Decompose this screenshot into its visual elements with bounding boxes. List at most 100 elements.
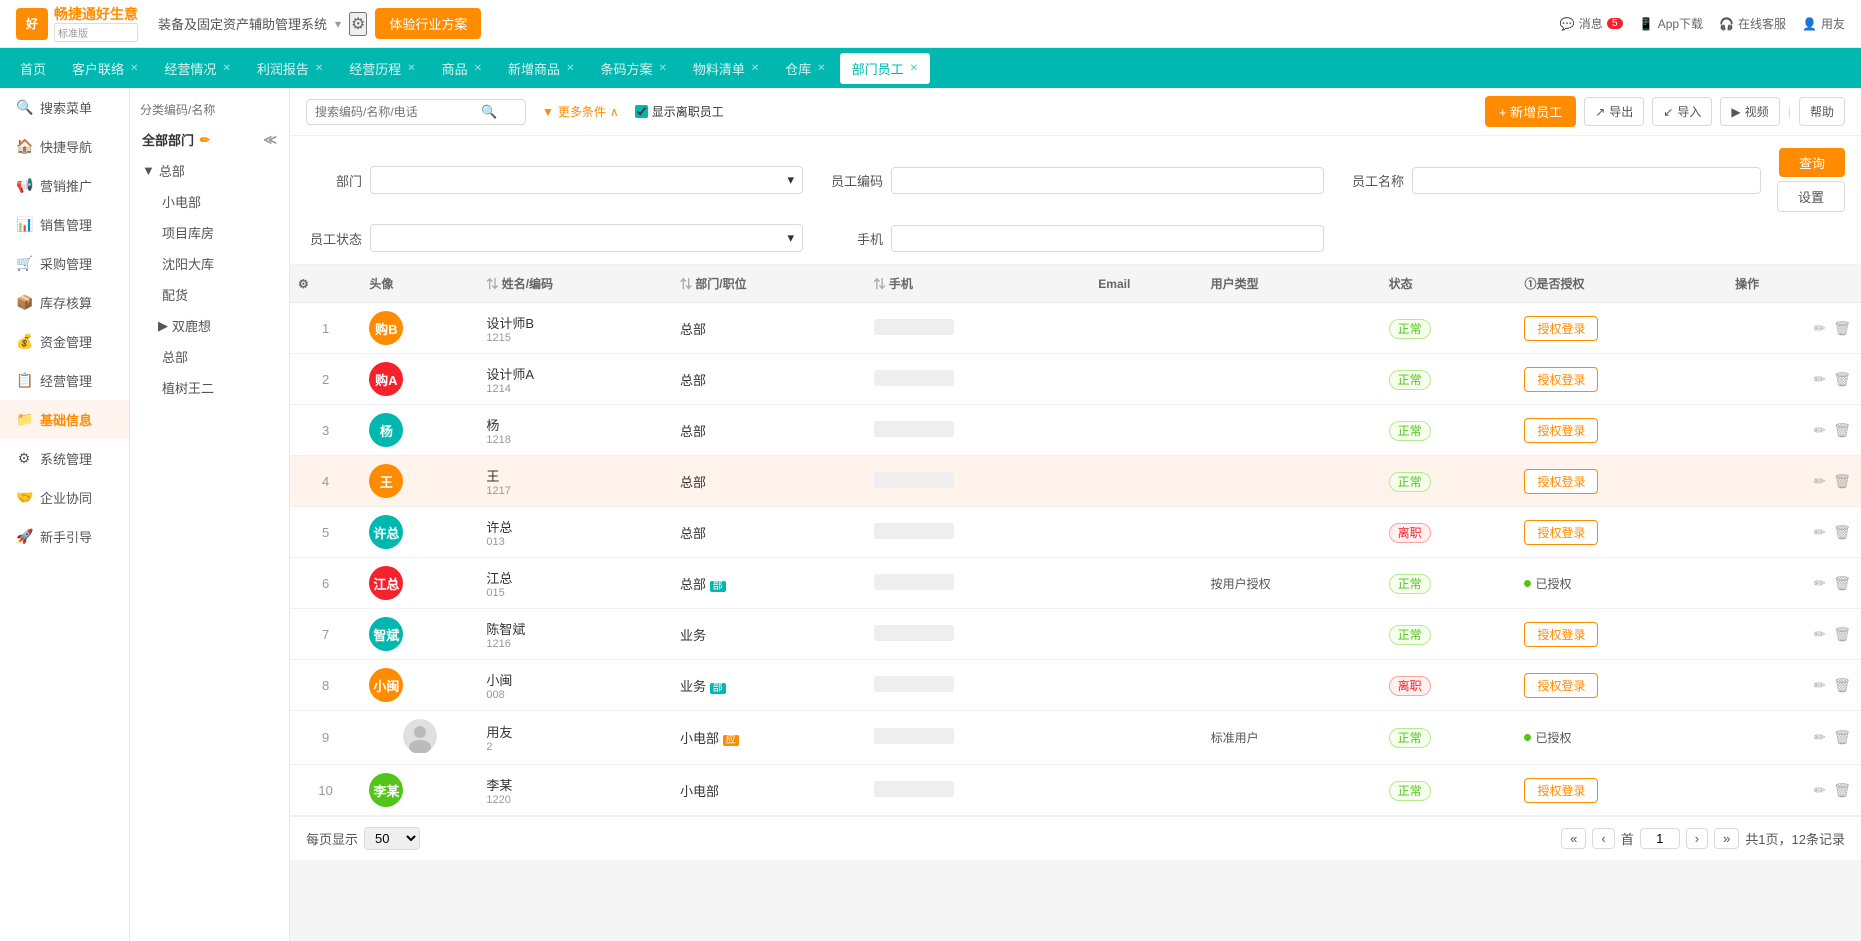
emp-code-input[interactable]: [891, 167, 1324, 194]
sidebar-item-nav[interactable]: 🏠 快捷导航: [0, 127, 129, 166]
tab-close-icon[interactable]: ✕: [817, 63, 825, 74]
user-menu[interactable]: 👤 用友: [1802, 15, 1845, 32]
col-header-2[interactable]: ⇅ 姓名/编码: [478, 265, 672, 303]
delete-icon[interactable]: 🗑: [1833, 782, 1851, 798]
sidebar-item-finance[interactable]: 💰 资金管理: [0, 322, 129, 361]
nav-tab-首页[interactable]: 首页: [8, 53, 58, 84]
col-header-3[interactable]: ⇅ 部门/职位: [672, 265, 866, 303]
nav-tab-仓库[interactable]: 仓库✕: [773, 53, 837, 84]
edit-icon[interactable]: ✏: [1814, 729, 1826, 745]
dept-item-xiaodian[interactable]: 小电部: [130, 186, 289, 217]
auth-button[interactable]: 授权登录: [1524, 316, 1598, 341]
dept-item-shenyang[interactable]: 沈阳大库: [130, 248, 289, 279]
edit-icon[interactable]: ✏: [1814, 575, 1826, 591]
trial-button[interactable]: 体验行业方案: [375, 8, 481, 39]
settings-button[interactable]: ⚙: [349, 12, 367, 36]
tab-close-icon[interactable]: ✕: [407, 63, 415, 74]
app-download-button[interactable]: 📱 App下载: [1639, 15, 1703, 32]
auth-button[interactable]: 授权登录: [1524, 418, 1598, 443]
delete-icon[interactable]: 🗑: [1833, 473, 1851, 489]
delete-icon[interactable]: 🗑: [1833, 677, 1851, 693]
edit-icon[interactable]: ✏: [1814, 320, 1826, 336]
delete-icon[interactable]: 🗑: [1833, 729, 1851, 745]
first-page-button[interactable]: «: [1561, 828, 1586, 849]
phone-input[interactable]: [891, 225, 1324, 252]
sidebar-item-system[interactable]: ⚙ 系统管理: [0, 439, 129, 478]
dept-item-distribution[interactable]: 配货: [130, 279, 289, 310]
sidebar-item-sales[interactable]: 📊 销售管理: [0, 205, 129, 244]
dept-search-input[interactable]: [140, 103, 290, 117]
sidebar-item-purchase[interactable]: 🛒 采购管理: [0, 244, 129, 283]
nav-tab-客户联络[interactable]: 客户联络✕: [60, 53, 150, 84]
online-service-button[interactable]: 🎧 在线客服: [1719, 15, 1786, 32]
emp-search-input[interactable]: [315, 105, 475, 119]
prev-page-button[interactable]: ‹: [1592, 828, 1614, 849]
auth-button[interactable]: 授权登录: [1524, 622, 1598, 647]
edit-icon[interactable]: ✏: [1814, 677, 1826, 693]
more-conditions-btn[interactable]: ▼ 更多条件 ∧: [534, 99, 627, 124]
tab-close-icon[interactable]: ✕: [658, 63, 666, 74]
sidebar-item-inventory[interactable]: 📦 库存核算: [0, 283, 129, 322]
dept-item-zhishu[interactable]: 植树王二: [130, 372, 289, 403]
dept-item-shuanglu[interactable]: ▶ 双鹿想: [130, 310, 289, 341]
edit-icon[interactable]: ✏: [1814, 782, 1826, 798]
set-button[interactable]: 设置: [1777, 181, 1845, 212]
current-page-input[interactable]: [1640, 828, 1680, 849]
tab-close-icon[interactable]: ✕: [222, 63, 230, 74]
dept-item-hq[interactable]: ▼ 总部: [130, 155, 289, 186]
per-page-select[interactable]: 50 100: [364, 827, 420, 850]
dropdown-icon[interactable]: ▾: [335, 17, 341, 31]
nav-tab-部门员工[interactable]: 部门员工✕: [840, 53, 930, 84]
delete-icon[interactable]: 🗑: [1833, 371, 1851, 387]
nav-tab-新增商品[interactable]: 新增商品✕: [496, 53, 586, 84]
auth-button[interactable]: 授权登录: [1524, 469, 1598, 494]
sidebar-item-collab[interactable]: 🤝 企业协同: [0, 478, 129, 517]
tab-close-icon[interactable]: ✕: [910, 63, 918, 74]
view-button[interactable]: ▶ 视频: [1720, 97, 1779, 126]
sidebar-item-business[interactable]: 📋 经营管理: [0, 361, 129, 400]
edit-icon[interactable]: ✏: [1814, 626, 1826, 642]
help-button[interactable]: 帮助: [1799, 97, 1845, 126]
dept-edit-icon[interactable]: ✏: [200, 133, 210, 147]
sidebar-item-search[interactable]: 🔍 搜索菜单: [0, 88, 129, 127]
edit-icon[interactable]: ✏: [1814, 371, 1826, 387]
sidebar-item-basic[interactable]: 📁 基础信息: [0, 400, 129, 439]
last-page-button[interactable]: »: [1714, 828, 1739, 849]
auth-button[interactable]: 授权登录: [1524, 778, 1598, 803]
nav-tab-利润报告[interactable]: 利润报告✕: [245, 53, 335, 84]
message-button[interactable]: 💬 消息 5: [1560, 15, 1623, 32]
add-employee-button[interactable]: + 新增员工: [1485, 96, 1576, 127]
next-page-button[interactable]: ›: [1686, 828, 1708, 849]
nav-tab-经营历程[interactable]: 经营历程✕: [337, 53, 427, 84]
sidebar-item-guide[interactable]: 🚀 新手引导: [0, 517, 129, 556]
nav-tab-物料清单[interactable]: 物料清单✕: [681, 53, 771, 84]
edit-icon[interactable]: ✏: [1814, 473, 1826, 489]
tab-close-icon[interactable]: ✕: [130, 63, 138, 74]
settings-col-icon[interactable]: ⚙: [298, 277, 309, 291]
nav-tab-条码方案[interactable]: 条码方案✕: [588, 53, 678, 84]
delete-icon[interactable]: 🗑: [1833, 320, 1851, 336]
auth-button[interactable]: 授权登录: [1524, 520, 1598, 545]
query-button[interactable]: 查询: [1779, 148, 1845, 177]
dept-collapse-btn[interactable]: ≪: [263, 132, 277, 148]
nav-tab-经营情况[interactable]: 经营情况✕: [152, 53, 242, 84]
dept-filter-select[interactable]: ▾: [370, 166, 803, 194]
delete-icon[interactable]: 🗑: [1833, 422, 1851, 438]
export-button[interactable]: ↗ 导出: [1584, 97, 1644, 126]
sidebar-item-marketing[interactable]: 📢 营销推广: [0, 166, 129, 205]
delete-icon[interactable]: 🗑: [1833, 524, 1851, 540]
auth-button[interactable]: 授权登录: [1524, 367, 1598, 392]
import-button[interactable]: ↙ 导入: [1652, 97, 1712, 126]
nav-tab-商品[interactable]: 商品✕: [430, 53, 494, 84]
tab-close-icon[interactable]: ✕: [751, 63, 759, 74]
tab-close-icon[interactable]: ✕: [566, 63, 574, 74]
tab-close-icon[interactable]: ✕: [315, 63, 323, 74]
search-icon[interactable]: 🔍: [481, 104, 497, 120]
show-resigned-checkbox[interactable]: 显示离职员工: [635, 103, 724, 120]
dept-item-hq2[interactable]: 总部: [130, 341, 289, 372]
tab-close-icon[interactable]: ✕: [474, 63, 482, 74]
edit-icon[interactable]: ✏: [1814, 524, 1826, 540]
emp-name-input[interactable]: [1412, 167, 1761, 194]
delete-icon[interactable]: 🗑: [1833, 626, 1851, 642]
emp-status-select[interactable]: ▾: [370, 224, 803, 252]
